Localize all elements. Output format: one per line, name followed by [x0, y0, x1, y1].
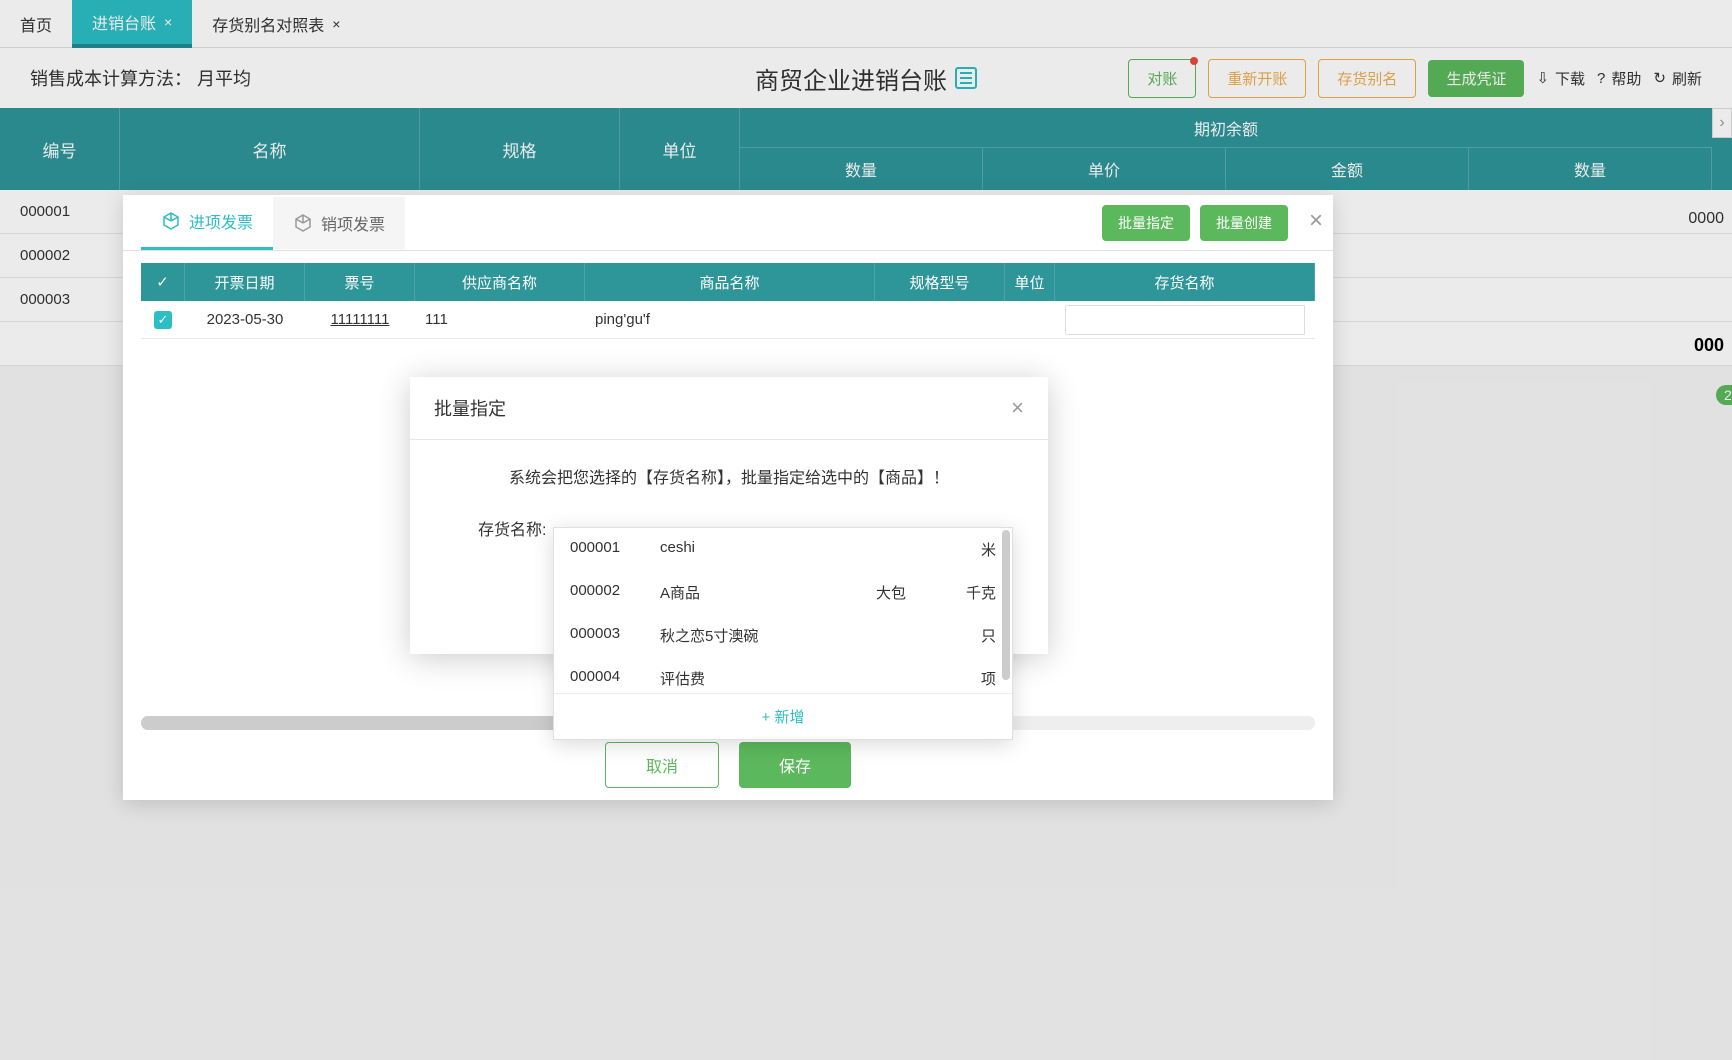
cell-supplier: 111: [415, 311, 585, 328]
th-unit: 单位: [1005, 263, 1055, 301]
cell-date: 2023-05-30: [185, 311, 305, 328]
close-icon[interactable]: ×: [1309, 207, 1323, 235]
invoice-row: ✓ 2023-05-30 11111111 111 ping'gu'f: [141, 301, 1315, 339]
cell-goods: ping'gu'f: [585, 311, 875, 328]
save-button[interactable]: 保存: [739, 742, 851, 788]
th-stock-name: 存货名称: [1055, 263, 1315, 301]
add-new-option[interactable]: + 新增: [554, 693, 1012, 739]
dropdown-option[interactable]: 000002 A商品 大包 千克: [554, 571, 1012, 614]
tab-sales-invoice[interactable]: 销项发票: [273, 197, 405, 249]
row-checkbox[interactable]: ✓: [141, 311, 185, 329]
modal-header: 批量指定 ×: [410, 377, 1048, 440]
invoice-tabs: 进项发票 销项发票 批量指定 批量创建 ×: [123, 195, 1333, 251]
cell-stock-name[interactable]: [1055, 305, 1315, 335]
stock-dropdown: 000001 ceshi 米 000002 A商品 大包 千克 000003 秋…: [553, 527, 1013, 740]
invoice-table-header: ✓ 开票日期 票号 供应商名称 商品名称 规格型号 单位 存货名称: [141, 263, 1315, 301]
th-model: 规格型号: [875, 263, 1005, 301]
panel-footer: 取消 保存: [123, 742, 1333, 788]
cube-icon: [293, 213, 313, 233]
tab-income-invoice[interactable]: 进项发票: [141, 195, 273, 250]
batch-assign-button[interactable]: 批量指定: [1102, 205, 1190, 241]
dropdown-list[interactable]: 000001 ceshi 米 000002 A商品 大包 千克 000003 秋…: [554, 528, 1012, 693]
dropdown-option[interactable]: 000001 ceshi 米: [554, 528, 1012, 571]
cancel-button[interactable]: 取消: [605, 742, 719, 788]
dropdown-scrollbar[interactable]: [1002, 530, 1010, 680]
th-number: 票号: [305, 263, 415, 301]
cell-number[interactable]: 11111111: [305, 311, 415, 328]
modal-message: 系统会把您选择的【存货名称】，批量指定给选中的【商品】！: [434, 464, 1024, 488]
th-goods: 商品名称: [585, 263, 875, 301]
cube-icon: [161, 211, 181, 231]
panel-actions: 批量指定 批量创建: [1102, 205, 1288, 241]
close-icon[interactable]: ×: [1011, 395, 1024, 421]
dropdown-option[interactable]: 000004 评估费 项: [554, 657, 1012, 693]
batch-create-button[interactable]: 批量创建: [1200, 205, 1288, 241]
dropdown-option[interactable]: 000003 秋之恋5寸澳碗 只: [554, 614, 1012, 657]
th-checkbox[interactable]: ✓: [141, 263, 185, 301]
th-supplier: 供应商名称: [415, 263, 585, 301]
th-date: 开票日期: [185, 263, 305, 301]
modal-title: 批量指定: [434, 395, 506, 421]
